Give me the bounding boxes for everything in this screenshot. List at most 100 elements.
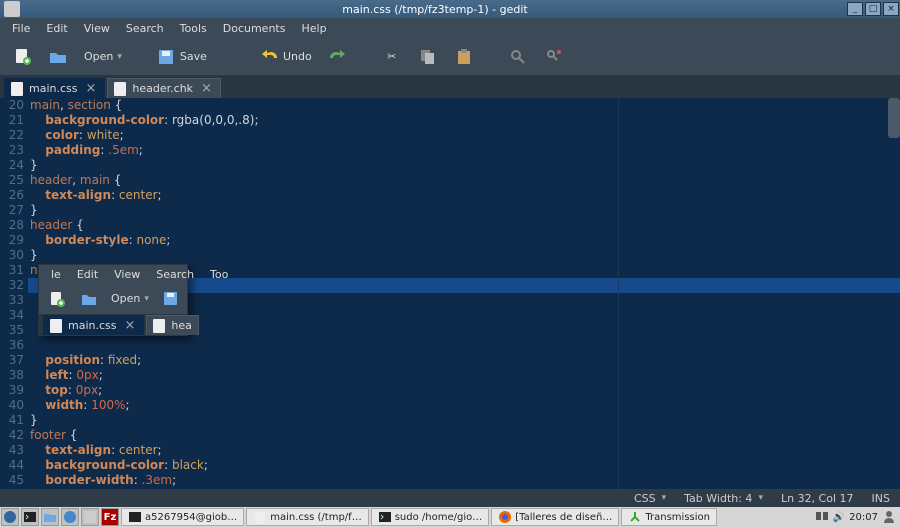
new-file-button[interactable] — [8, 44, 36, 70]
files-launcher[interactable] — [41, 508, 59, 526]
line-number: 45 — [0, 473, 24, 488]
code-line[interactable]: top: 0px; — [28, 383, 900, 398]
code-line[interactable]: } — [28, 413, 900, 428]
code-line[interactable]: background-color: rgba(0,0,0,.8); — [28, 113, 900, 128]
search-icon — [508, 47, 528, 67]
code-line[interactable]: width: 100%; — [28, 398, 900, 413]
secondary-menubar: leEditViewSearchToo — [39, 265, 187, 283]
user-icon[interactable] — [882, 509, 896, 526]
find-replace-icon — [544, 47, 564, 67]
scrollbar-thumb[interactable] — [888, 98, 900, 138]
xfce-menu-button[interactable] — [1, 508, 19, 526]
menubar: FileEditViewSearchToolsDocumentsHelp — [0, 18, 900, 38]
tab-label: main.css — [29, 82, 78, 95]
secondary-save-button[interactable] — [157, 286, 185, 312]
tab-close-button[interactable]: × — [123, 318, 138, 333]
gutter: 2021222324252627282930313233343536373839… — [0, 98, 28, 508]
undo-button[interactable]: Undo — [255, 44, 316, 70]
taskbar-item[interactable]: a5267954@giob… — [121, 508, 244, 526]
taskbar-item-label: Transmission — [645, 512, 710, 523]
network-icon[interactable] — [815, 509, 829, 526]
folder-icon — [79, 289, 99, 309]
find-replace-button[interactable] — [540, 44, 568, 70]
code-line[interactable]: border-width: .3em; — [28, 473, 900, 488]
secondary-gedit-window[interactable]: leEditViewSearchToo Open ▾ main.css×hea — [38, 264, 188, 336]
editor-tab[interactable]: header.chk× — [107, 78, 221, 98]
code-line[interactable]: main, section { — [28, 98, 900, 113]
language-selector[interactable]: CSS — [634, 492, 666, 505]
main-menu-file[interactable]: File — [4, 20, 38, 37]
code-line[interactable]: } — [28, 203, 900, 218]
line-number: 44 — [0, 458, 24, 473]
secondary-menu-view[interactable]: View — [106, 266, 148, 283]
cut-icon: ✂ — [382, 47, 402, 67]
undo-label: Undo — [283, 50, 312, 63]
code-line[interactable]: left: 0px; — [28, 368, 900, 383]
code-line[interactable]: text-align: center; — [28, 188, 900, 203]
find-button[interactable] — [504, 44, 532, 70]
secondary-menu-edit[interactable]: Edit — [69, 266, 106, 283]
code-line[interactable]: header { — [28, 218, 900, 233]
tabwidth-selector[interactable]: Tab Width: 4 — [684, 492, 763, 505]
code-line[interactable]: color: white; — [28, 128, 900, 143]
secondary-new-file-button[interactable] — [43, 286, 71, 312]
main-menu-help[interactable]: Help — [293, 20, 334, 37]
code-line[interactable]: } — [28, 248, 900, 263]
line-number: 28 — [0, 218, 24, 233]
minimize-button[interactable]: _ — [847, 2, 863, 16]
main-menu-search[interactable]: Search — [118, 20, 172, 37]
taskbar-item[interactable]: sudo /home/gio… — [371, 508, 490, 526]
secondary-menu-too[interactable]: Too — [202, 266, 236, 283]
secondary-tab[interactable]: hea — [146, 315, 198, 335]
document-icon — [114, 82, 126, 96]
main-menu-tools[interactable]: Tools — [172, 20, 215, 37]
code-line[interactable] — [28, 338, 900, 353]
filezilla-launcher[interactable]: Fz — [101, 508, 119, 526]
show-desktop-button[interactable] — [81, 508, 99, 526]
taskbar-item[interactable]: main.css (/tmp/f… — [246, 508, 368, 526]
secondary-menu-search[interactable]: Search — [148, 266, 202, 283]
browser-launcher[interactable] — [61, 508, 79, 526]
paste-icon — [454, 47, 474, 67]
window-titlebar: main.css (/tmp/fz3temp-1) - gedit _ □ × — [0, 0, 900, 18]
document-icon — [11, 82, 23, 96]
line-number: 31 — [0, 263, 24, 278]
code-line[interactable]: position: fixed; — [28, 353, 900, 368]
code-line[interactable]: header, main { — [28, 173, 900, 188]
cut-button[interactable]: ✂ — [378, 44, 406, 70]
secondary-menu-le[interactable]: le — [43, 266, 69, 283]
volume-icon[interactable]: 🔊 — [833, 512, 845, 523]
tabstrip: main.css×header.chk× — [0, 76, 900, 98]
open-button[interactable]: Open ▾ — [80, 44, 126, 70]
code-line[interactable]: text-align: center; — [28, 443, 900, 458]
taskbar-item[interactable]: [Talleres de diseñ… — [491, 508, 619, 526]
line-number: 40 — [0, 398, 24, 413]
code-line[interactable]: border-style: none; — [28, 233, 900, 248]
tab-close-button[interactable]: × — [199, 81, 214, 96]
secondary-open-button[interactable]: Open ▾ — [107, 286, 153, 312]
clock[interactable]: 20:07 — [849, 512, 878, 523]
main-menu-documents[interactable]: Documents — [215, 20, 294, 37]
code-line[interactable]: padding: .5em; — [28, 143, 900, 158]
code-line[interactable]: background-color: black; — [28, 458, 900, 473]
main-menu-edit[interactable]: Edit — [38, 20, 75, 37]
main-menu-view[interactable]: View — [76, 20, 118, 37]
tab-close-button[interactable]: × — [84, 81, 99, 96]
secondary-folder-button[interactable] — [75, 286, 103, 312]
document-icon — [153, 319, 165, 333]
editor-tab[interactable]: main.css × — [4, 78, 105, 98]
undo-icon — [259, 47, 279, 67]
redo-button[interactable] — [324, 44, 352, 70]
open-folder-button[interactable] — [44, 44, 72, 70]
maximize-button[interactable]: □ — [865, 2, 881, 16]
save-button[interactable]: Save — [152, 44, 211, 70]
line-number: 33 — [0, 293, 24, 308]
copy-button[interactable] — [414, 44, 442, 70]
code-line[interactable]: footer { — [28, 428, 900, 443]
secondary-tab[interactable]: main.css× — [43, 315, 144, 335]
paste-button[interactable] — [450, 44, 478, 70]
close-button[interactable]: × — [883, 2, 899, 16]
code-line[interactable]: } — [28, 158, 900, 173]
terminal-launcher[interactable] — [21, 508, 39, 526]
taskbar-item[interactable]: Transmission — [621, 508, 717, 526]
